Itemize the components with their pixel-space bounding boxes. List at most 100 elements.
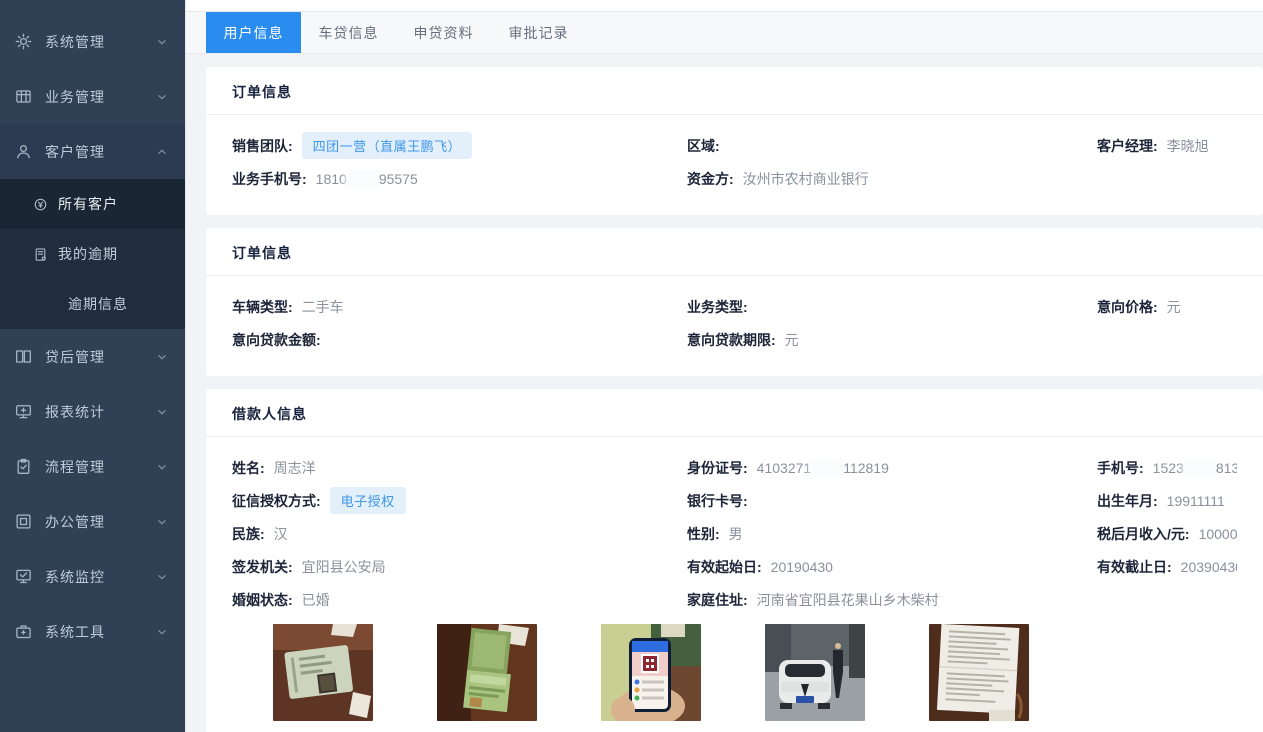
photo-person-car-thumbnail[interactable] (765, 624, 865, 721)
sidebar-item-system-management[interactable]: 系统管理 (0, 14, 185, 69)
chevron-down-icon (155, 35, 169, 49)
section-card-0: 订单信息销售团队四团一营（直属王鹏飞）区域客户经理李晓旭业务手机号1810955… (206, 67, 1263, 215)
sidebar-item-system-tools[interactable]: 系统工具 (0, 604, 185, 659)
field-value: 元 (785, 332, 799, 348)
sidebar-item-label: 系统工具 (45, 622, 155, 642)
field-value: 宜阳县公安局 (302, 559, 386, 575)
field-label: 业务手机号 (232, 171, 307, 187)
field-value: 19911111 (1167, 493, 1225, 509)
sidebar-item-office-management[interactable]: 办公管理 (0, 494, 185, 549)
photo-id-card-thumbnail[interactable] (273, 624, 373, 721)
sidebar: 系统管理业务管理客户管理所有客户我的逾期逾期信息贷后管理报表统计流程管理办公管理… (0, 0, 185, 732)
field-value: 181095575 (316, 171, 418, 187)
sidebar-item-overdue-info[interactable]: 逾期信息 (0, 279, 185, 329)
field-rows: 姓名周志洋身份证号4103271112819手机号15238137征信授权方式电… (206, 437, 1263, 616)
field-value: 汉 (274, 526, 288, 542)
sidebar-item-label: 流程管理 (45, 457, 155, 477)
chevron-down-icon (155, 350, 169, 364)
field-label: 手机号 (1097, 460, 1144, 476)
field-label: 意向贷款期限 (687, 332, 776, 348)
field-business-type: 业务类型 (687, 297, 1097, 317)
photo-person-car: 人车合影 (765, 624, 865, 732)
tab-car-loan-info[interactable]: 车贷信息 (301, 12, 396, 53)
field-value: 10000 (1199, 526, 1237, 542)
field-intent-loan-term: 意向贷款期限元 (687, 330, 1097, 350)
sidebar-item-label: 业务管理 (45, 87, 155, 107)
sidebar-item-post-loan-management[interactable]: 贷后管理 (0, 329, 185, 384)
sidebar-item-label: 贷后管理 (45, 347, 155, 367)
sidebar-item-business-management[interactable]: 业务管理 (0, 69, 185, 124)
field-label: 车辆类型 (232, 299, 293, 315)
sidebar-item-all-customers[interactable]: 所有客户 (0, 179, 185, 229)
photo-other-doc-thumbnail[interactable] (929, 624, 1029, 721)
field-rows: 销售团队四团一营（直属王鹏飞）区域客户经理李晓旭业务手机号181095575资金… (206, 115, 1263, 195)
photo-driver-license-thumbnail[interactable] (437, 624, 537, 721)
main-area: 用户信息车贷信息申贷资料审批记录 订单信息销售团队四团一营（直属王鹏飞）区域客户… (185, 0, 1263, 732)
tab-approval-records[interactable]: 审批记录 (491, 12, 586, 53)
field-funder: 资金方汝州市农村商业银行 (687, 169, 1097, 189)
field-value: 4103271112819 (757, 460, 889, 476)
photo-auth-qr-thumbnail[interactable] (601, 624, 701, 721)
field-valid-from: 有效起始日 20190430 (687, 557, 1097, 577)
section-title: 借款人信息 (206, 389, 1263, 437)
field-intent-price: 意向价格元 (1097, 297, 1237, 317)
field-account-manager: 客户经理李晓旭 (1097, 136, 1237, 156)
section-card-2: 借款人信息姓名周志洋身份证号4103271112819手机号15238137征信… (206, 389, 1263, 732)
field-ethnicity: 民族汉 (232, 524, 687, 544)
field-value: 男 (729, 526, 743, 542)
field-value: 李晓旭 (1167, 138, 1209, 154)
tab-user-info[interactable]: 用户信息 (206, 12, 301, 53)
chevron-down-icon (155, 570, 169, 584)
sidebar-item-label: 客户管理 (45, 142, 155, 162)
field-valid-to: 有效截止日20390430 (1097, 557, 1237, 577)
field-label: 性别 (687, 526, 720, 542)
sidebar-item-label: 办公管理 (45, 512, 155, 532)
sidebar-item-report-statistics[interactable]: 报表统计 (0, 384, 185, 439)
field-label: 意向价格 (1097, 299, 1158, 315)
content-area: 订单信息销售团队四团一营（直属王鹏飞）区域客户经理李晓旭业务手机号1810955… (186, 54, 1263, 732)
redacted-text (348, 173, 378, 186)
sidebar-item-customer-management[interactable]: 客户管理 (0, 124, 185, 179)
field-marital-status: 婚姻状态已婚 (232, 590, 687, 610)
field-value: 汝州市农村商业银行 (743, 171, 869, 187)
field-credit-auth-method: 征信授权方式电子授权 (232, 487, 687, 514)
field-home-address: 家庭住址河南省宜阳县花果山乡木柴村 (687, 590, 1097, 610)
field-row: 业务手机号 181095575 资金方汝州市农村商业银行 (232, 162, 1237, 195)
field-label: 身份证号 (687, 460, 748, 476)
photo-other-doc: 其他材料 (929, 624, 1029, 732)
field-label: 有效截止日 (1097, 559, 1172, 575)
field-bank-card: 银行卡号 (687, 491, 1097, 511)
chevron-down-icon (155, 90, 169, 104)
sidebar-item-process-management[interactable]: 流程管理 (0, 439, 185, 494)
field-id-number: 身份证号 4103271112819 (687, 458, 1097, 478)
field-label: 业务类型 (687, 299, 748, 315)
redacted-text (812, 462, 842, 475)
field-tag: 电子授权 (330, 487, 406, 514)
photo-id-card: 本人照 (273, 624, 373, 732)
field-label: 有效起始日 (687, 559, 762, 575)
field-borrower-name: 姓名周志洋 (232, 458, 687, 478)
field-label: 区域 (687, 138, 720, 154)
sidebar-item-label: 我的逾期 (58, 244, 185, 264)
value-visible-suffix: 95575 (379, 171, 418, 187)
field-label: 销售团队 (232, 138, 293, 154)
value-visible-suffix: 8137 (1216, 460, 1237, 476)
field-label: 税后月收入/元 (1097, 526, 1190, 542)
monitor-check-icon (15, 568, 33, 586)
field-value: 20190430 (771, 559, 833, 575)
field-row: 签发机关宜阳县公安局有效起始日 20190430 有效截止日20390430 (232, 550, 1237, 583)
sidebar-item-system-monitor[interactable]: 系统监控 (0, 549, 185, 604)
sidebar-item-label: 逾期信息 (68, 294, 185, 314)
field-vehicle-type: 车辆类型二手车 (232, 297, 687, 317)
top-strip (186, 0, 1263, 11)
field-label: 婚姻状态 (232, 592, 293, 608)
field-label: 征信授权方式 (232, 493, 321, 509)
field-value: 元 (1167, 299, 1181, 315)
sidebar-item-label: 系统管理 (45, 32, 155, 52)
field-row: 姓名周志洋身份证号4103271112819手机号15238137 (232, 451, 1237, 484)
sidebar-item-label: 系统监控 (45, 567, 155, 587)
clipboard-icon (15, 458, 33, 476)
sidebar-item-my-overdue[interactable]: 我的逾期 (0, 229, 185, 279)
field-issuing-authority: 签发机关宜阳县公安局 (232, 557, 687, 577)
tab-loan-application-docs[interactable]: 申贷资料 (396, 12, 491, 53)
